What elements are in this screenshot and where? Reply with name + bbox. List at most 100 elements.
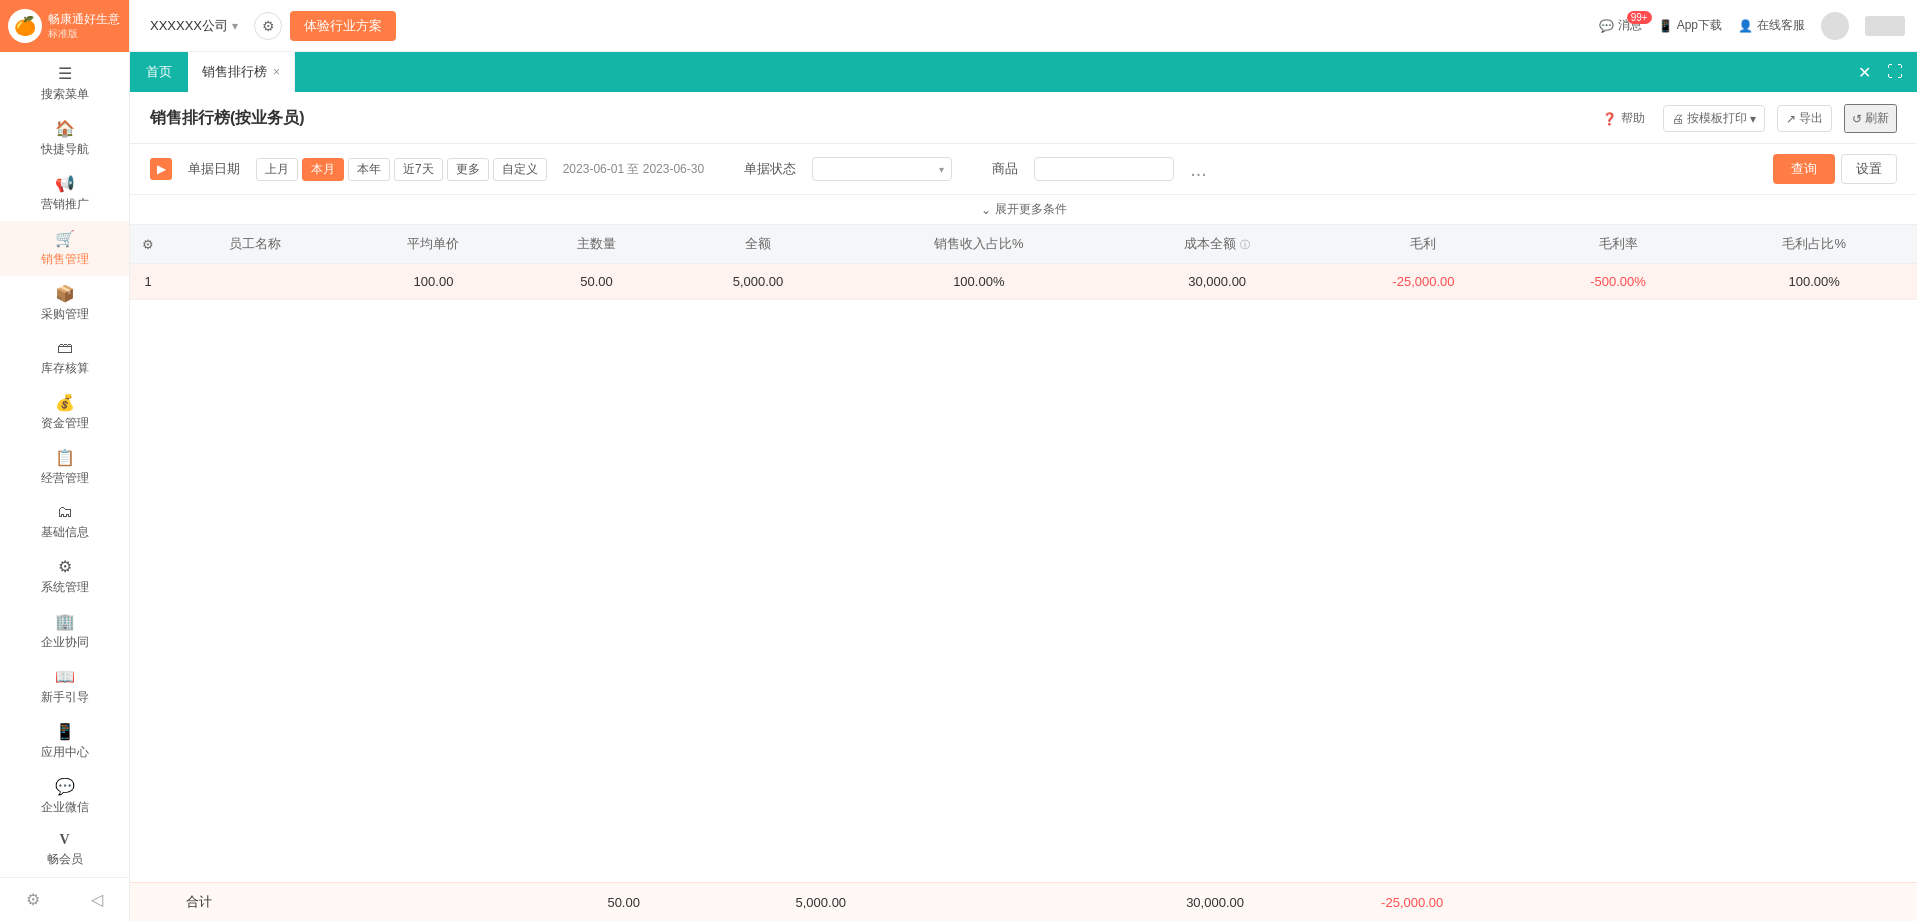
sidebar-item-purchase[interactable]: 📦 采购管理 [0,276,129,331]
date-btn-more[interactable]: 更多 [447,158,489,181]
sidebar-item-system[interactable]: ⚙ 系统管理 [0,549,129,604]
help-btn[interactable]: ❓ 帮助 [1596,106,1651,131]
sidebar-collapse-btn[interactable]: ◁ [83,886,111,913]
app-download-btn[interactable]: 📱 App下载 [1658,17,1722,34]
page-actions: ❓ 帮助 🖨 按模板打印 ▾ ↗ 导出 ↺ 刷新 [1596,104,1897,133]
date-btn-last-month[interactable]: 上月 [256,158,298,181]
tab-sales-ranking[interactable]: 销售排行榜 × [188,52,295,92]
sidebar-nav: ☰ 搜索菜单 🏠 快捷导航 📢 营销推广 🛒 销售管理 📦 采购管理 🗃 库存核… [0,52,129,877]
row-sales-pct: 100.00% [846,264,1112,300]
filter-settings-btn[interactable]: 设置 [1841,154,1897,184]
sidebar-item-label: 企业协同 [41,634,89,651]
expand-more-btn[interactable]: ⌄ 展开更多条件 [981,201,1067,218]
topbar-settings-btn[interactable]: ⚙ [254,12,282,40]
footer-amount: 5,000.00 [722,895,919,910]
wechat-icon: 💬 [55,777,75,796]
sidebar-item-sales[interactable]: 🛒 销售管理 [0,221,129,276]
sidebar-item-member[interactable]: V 畅会员 [0,824,129,876]
logo-text: 畅康通好生意 标准版 [48,11,120,42]
tab-label: 销售排行榜 [202,63,267,81]
goods-more-btn[interactable]: ... [1190,159,1207,179]
topbar-right: 💬 消息 99+ 📱 App下载 👤 在线客服 [1599,12,1905,40]
enterprise-icon: 🏢 [55,612,75,631]
date-btn-this-year[interactable]: 本年 [348,158,390,181]
col-settings[interactable]: ⚙ [130,225,166,264]
row-cost: 30,000.00 [1112,264,1322,300]
sidebar-item-label: 企业微信 [41,799,89,816]
expand-down-icon: ⌄ [981,203,991,217]
tab-maximize-btn[interactable]: ⛶ [1883,63,1907,81]
sidebar-item-operations[interactable]: 📋 经营管理 [0,440,129,495]
message-btn[interactable]: 💬 消息 99+ [1599,17,1642,34]
sidebar-item-wechat[interactable]: 💬 企业微信 [0,769,129,824]
row-rank: 1 [130,264,166,300]
company-dropdown-icon: ▾ [232,19,238,33]
page-title-row: 销售排行榜(按业务员) ❓ 帮助 🖨 按模板打印 ▾ ↗ 导出 [150,104,1897,143]
print-icon: 🖨 [1672,112,1684,126]
logo-name: 畅康通好生意 [48,11,120,28]
goods-input[interactable] [1034,157,1174,181]
logo-sub: 标准版 [48,27,120,41]
app-label: App下载 [1677,17,1722,34]
date-btn-this-month[interactable]: 本月 [302,158,344,181]
tabbar: 首页 销售排行榜 × ✕ ⛶ [130,52,1917,92]
operations-icon: 📋 [55,448,75,467]
footer-main-qty: 50.00 [525,895,722,910]
goods-label: 商品 [992,160,1018,178]
export-label: 导出 [1799,110,1823,127]
query-btn[interactable]: 查询 [1773,154,1835,184]
tab-close-btn[interactable]: × [273,65,280,79]
sidebar-item-label: 基础信息 [41,524,89,541]
date-btn-custom[interactable]: 自定义 [493,158,547,181]
company-selector[interactable]: XXXXXX公司 ▾ [142,13,246,39]
online-service-btn[interactable]: 👤 在线客服 [1738,17,1805,34]
sidebar-item-quick-nav[interactable]: 🏠 快捷导航 [0,111,129,166]
col-amount: 全额 [670,225,845,264]
sidebar-logo: 🍊 畅康通好生意 标准版 [0,0,129,52]
sidebar-item-marketing[interactable]: 📢 营销推广 [0,166,129,221]
tab-close-all-btn[interactable]: ✕ [1854,63,1875,82]
data-table: ⚙ 员工名称 平均单价 主数量 全额 销售收入占比% 成本全额 ⓘ 毛利 毛利率… [130,225,1917,300]
row-avg-price: 100.00 [344,264,522,300]
tab-home[interactable]: 首页 [130,52,188,92]
export-icon: ↗ [1786,112,1796,126]
print-template-btn[interactable]: 🖨 按模板打印 ▾ [1663,105,1765,132]
sidebar-item-enterprise[interactable]: 🏢 企业协同 [0,604,129,659]
print-label: 按模板打印 [1687,110,1747,127]
inventory-icon: 🗃 [57,339,73,357]
home-icon: 🏠 [55,119,75,138]
sidebar-item-app-center[interactable]: 📱 应用中心 [0,714,129,769]
sidebar-item-finance[interactable]: 💰 资金管理 [0,385,129,440]
footer-cost: 30,000.00 [1117,895,1314,910]
row-gross-rate: -500.00% [1525,264,1712,300]
footer-gross: -25,000.00 [1314,895,1511,910]
refresh-btn[interactable]: ↺ 刷新 [1844,104,1897,133]
page-title: 销售排行榜(按业务员) [150,108,305,129]
sidebar-item-search-order[interactable]: ☰ 搜索菜单 [0,56,129,111]
trial-industry-btn[interactable]: 体验行业方案 [290,11,396,41]
print-dropdown-icon: ▾ [1750,112,1756,126]
sidebar-item-label: 采购管理 [41,306,89,323]
search-order-icon: ☰ [58,64,72,83]
sidebar-item-label: 经营管理 [41,470,89,487]
toggle-icon: ▶ [157,162,166,176]
sidebar-settings-btn[interactable]: ⚙ [18,886,48,913]
row-main-qty: 50.00 [523,264,671,300]
message-badge: 99+ [1627,11,1652,24]
filter-toggle-btn[interactable]: ▶ [150,158,172,180]
sidebar-item-inventory[interactable]: 🗃 库存核算 [0,331,129,385]
tabbar-actions: ✕ ⛶ [1854,63,1917,82]
row-employee [166,264,344,300]
status-select[interactable] [812,157,952,181]
table-header-row: ⚙ 员工名称 平均单价 主数量 全额 销售收入占比% 成本全额 ⓘ 毛利 毛利率… [130,225,1917,264]
date-btn-7days[interactable]: 近7天 [394,158,443,181]
avatar[interactable] [1821,12,1849,40]
sidebar-item-label: 快捷导航 [41,141,89,158]
export-btn[interactable]: ↗ 导出 [1777,105,1832,132]
col-main-qty: 主数量 [523,225,671,264]
guide-icon: 📖 [55,667,75,686]
sidebar-item-guide[interactable]: 📖 新手引导 [0,659,129,714]
sidebar-item-basic-info[interactable]: 🗂 基础信息 [0,495,129,549]
refresh-icon: ↺ [1852,112,1862,126]
finance-icon: 💰 [55,393,75,412]
